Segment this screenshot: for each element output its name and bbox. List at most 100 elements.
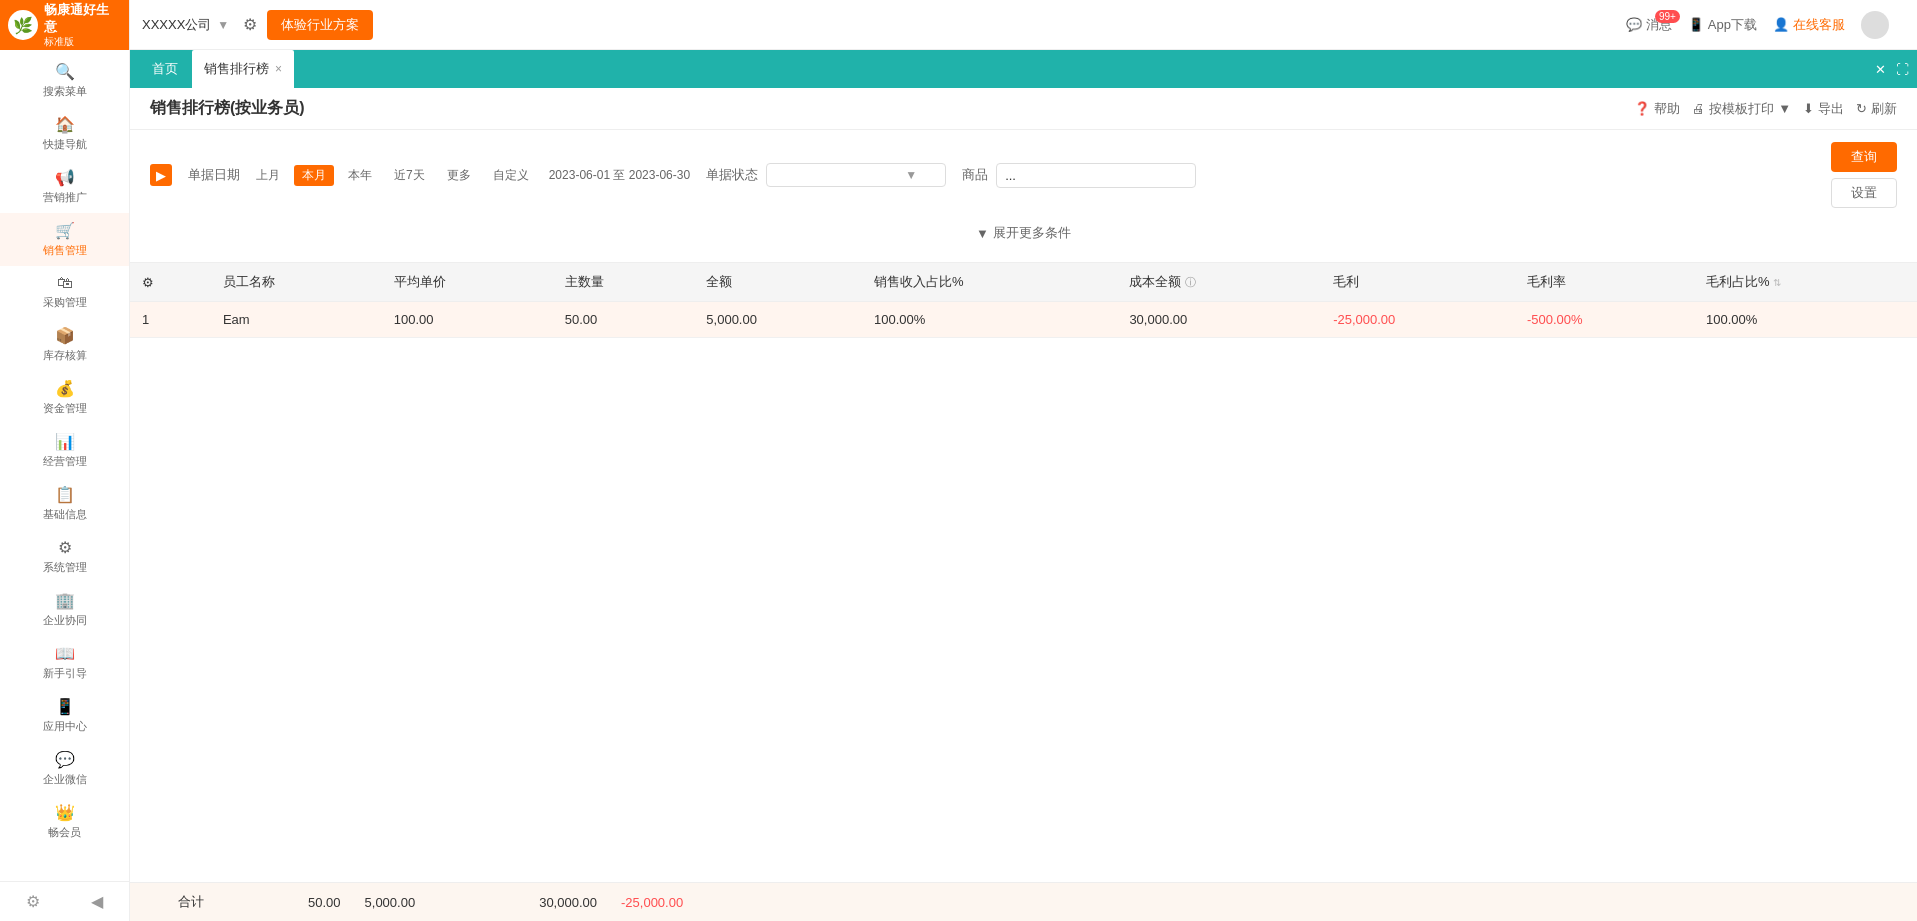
print-icon: 🖨 bbox=[1692, 101, 1705, 116]
filter-actions: 查询 设置 bbox=[1831, 142, 1897, 208]
sidebar-item-wechat[interactable]: 💬 企业微信 bbox=[0, 742, 129, 795]
col-header-gross: 毛利 bbox=[1321, 263, 1515, 302]
date-tab-近7天[interactable]: 近7天 bbox=[386, 165, 433, 186]
settings-btn[interactable]: 设置 bbox=[1831, 178, 1897, 208]
tab-close-icon[interactable]: × bbox=[275, 62, 282, 76]
finance-icon: 💰 bbox=[55, 379, 75, 398]
cell-name: Eam bbox=[211, 302, 382, 338]
message-icon: 💬 bbox=[1626, 17, 1642, 32]
sidebar-collapse-btn[interactable]: ◀ bbox=[91, 892, 103, 911]
user-avatar[interactable] bbox=[1861, 11, 1889, 39]
sidebar-item-operations[interactable]: 📊 经营管理 bbox=[0, 424, 129, 477]
query-btn[interactable]: 查询 bbox=[1831, 142, 1897, 172]
cell-cost: 30,000.00 bbox=[1117, 302, 1321, 338]
expand-more-icon: ▼ bbox=[976, 226, 989, 241]
wechat-label: 企业微信 bbox=[43, 772, 87, 787]
purchase-icon: 🛍 bbox=[57, 274, 73, 292]
sidebar-item-system[interactable]: ⚙ 系统管理 bbox=[0, 530, 129, 583]
col-header-sales_pct: 销售收入占比% bbox=[862, 263, 1117, 302]
app-label: App下载 bbox=[1708, 16, 1757, 34]
window-close-icon[interactable]: ✕ bbox=[1875, 62, 1886, 77]
company-selector[interactable]: XXXXX公司 ▼ bbox=[142, 16, 229, 34]
app-download-btn[interactable]: 📱 App下载 bbox=[1688, 16, 1757, 34]
date-tab-自定义[interactable]: 自定义 bbox=[485, 165, 537, 186]
purchase-label: 采购管理 bbox=[43, 295, 87, 310]
export-label: 导出 bbox=[1818, 100, 1844, 118]
sidebar-item-marketing[interactable]: 📢 营销推广 bbox=[0, 160, 129, 213]
sidebar-item-purchase[interactable]: 🛍 采购管理 bbox=[0, 266, 129, 318]
topbar-gear-icon[interactable]: ⚙ bbox=[243, 15, 257, 34]
goods-select[interactable]: ... bbox=[996, 163, 1196, 188]
logo-icon: 🌿 bbox=[8, 10, 38, 40]
sort-icon[interactable]: ⇅ bbox=[1773, 277, 1781, 288]
search-icon: 🔍 bbox=[55, 62, 75, 81]
sales-icon: 🛒 bbox=[55, 221, 75, 240]
basic-info-label: 基础信息 bbox=[43, 507, 87, 522]
footer-quantity: 50.00 bbox=[296, 895, 353, 910]
sidebar-item-guide[interactable]: 📖 新手引导 bbox=[0, 636, 129, 689]
table-row: 1Eam100.0050.005,000.00100.00%30,000.00-… bbox=[130, 302, 1917, 338]
table-body: 1Eam100.0050.005,000.00100.00%30,000.00-… bbox=[130, 302, 1917, 338]
sidebar-item-member[interactable]: 👑 畅会员 bbox=[0, 795, 129, 848]
sidebar-item-finance[interactable]: 💰 资金管理 bbox=[0, 371, 129, 424]
tab-home[interactable]: 首页 bbox=[138, 50, 192, 88]
status-select[interactable]: ▼ bbox=[766, 163, 946, 187]
trial-btn[interactable]: 体验行业方案 bbox=[267, 10, 373, 40]
date-tab-上月[interactable]: 上月 bbox=[248, 165, 288, 186]
message-btn[interactable]: 💬 消息 99+ bbox=[1626, 16, 1672, 34]
col-header-gross_pct: 毛利占比% ⇅ bbox=[1694, 263, 1917, 302]
logo-text: 畅康通好生意 标准版 bbox=[44, 2, 121, 49]
refresh-icon: ↻ bbox=[1856, 101, 1867, 116]
maximize-icon[interactable]: ⛶ bbox=[1896, 62, 1909, 77]
goods-select-value: ... bbox=[1005, 168, 1016, 183]
wechat-icon: 💬 bbox=[55, 750, 75, 769]
sidebar-item-app-center[interactable]: 📱 应用中心 bbox=[0, 689, 129, 742]
table-area: ⚙员工名称平均单价主数量全额销售收入占比%成本全额 ⓘ毛利毛利率毛利占比% ⇅ … bbox=[130, 263, 1917, 882]
expand-more-btn[interactable]: ▼ 展开更多条件 bbox=[976, 224, 1071, 242]
help-icon[interactable]: ⓘ bbox=[1185, 276, 1196, 288]
content-area: 销售排行榜(按业务员) ❓ 帮助 🖨 按模板打印 ▼ ⬇ 导出 ↻ 刷新 bbox=[130, 88, 1917, 921]
sidebar-item-search[interactable]: 🔍 搜索菜单 bbox=[0, 54, 129, 107]
footer-amount: 5,000.00 bbox=[353, 895, 428, 910]
refresh-label: 刷新 bbox=[1871, 100, 1897, 118]
cell-rank: 1 bbox=[130, 302, 211, 338]
date-tab-更多[interactable]: 更多 bbox=[439, 165, 479, 186]
tabbar-actions: ✕ ⛶ bbox=[1875, 62, 1909, 77]
sidebar-item-basic-info[interactable]: 📋 基础信息 bbox=[0, 477, 129, 530]
inventory-label: 库存核算 bbox=[43, 348, 87, 363]
expand-more-row: ▼ 展开更多条件 bbox=[150, 208, 1897, 250]
filter-toggle-btn[interactable]: ▶ bbox=[150, 164, 172, 186]
page-title: 销售排行榜(按业务员) bbox=[150, 98, 305, 119]
table-footer: 合计 50.00 5,000.00 30,000.00 -25,000.00 bbox=[130, 882, 1917, 921]
cell-quantity: 50.00 bbox=[553, 302, 695, 338]
sidebar: 🌿 畅康通好生意 标准版 🔍 搜索菜单 🏠 快捷导航 📢 营销推广 🛒 销售管理… bbox=[0, 0, 130, 921]
print-btn[interactable]: 🖨 按模板打印 ▼ bbox=[1692, 100, 1791, 118]
status-filter-item: 单据状态 ▼ bbox=[706, 163, 946, 187]
topbar: XXXXX公司 ▼ ⚙ 体验行业方案 💬 消息 99+ 📱 App下载 👤 在线… bbox=[130, 0, 1917, 50]
date-tab-本年[interactable]: 本年 bbox=[340, 165, 380, 186]
page-header: 销售排行榜(按业务员) ❓ 帮助 🖨 按模板打印 ▼ ⬇ 导出 ↻ 刷新 bbox=[130, 88, 1917, 130]
inventory-icon: 📦 bbox=[55, 326, 75, 345]
col-header-gross_rate: 毛利率 bbox=[1515, 263, 1694, 302]
table-header-row: ⚙员工名称平均单价主数量全额销售收入占比%成本全额 ⓘ毛利毛利率毛利占比% ⇅ bbox=[130, 263, 1917, 302]
sidebar-item-inventory[interactable]: 📦 库存核算 bbox=[0, 318, 129, 371]
sidebar-logo: 🌿 畅康通好生意 标准版 bbox=[0, 0, 129, 50]
service-label: 在线客服 bbox=[1793, 16, 1845, 34]
member-icon: 👑 bbox=[55, 803, 75, 822]
cell-avg_price: 100.00 bbox=[382, 302, 553, 338]
sidebar-item-sales[interactable]: 🛒 销售管理 bbox=[0, 213, 129, 266]
export-btn[interactable]: ⬇ 导出 bbox=[1803, 100, 1844, 118]
sidebar-item-quick-nav[interactable]: 🏠 快捷导航 bbox=[0, 107, 129, 160]
col-header-cost: 成本全额 ⓘ bbox=[1117, 263, 1321, 302]
sidebar-item-enterprise[interactable]: 🏢 企业协同 bbox=[0, 583, 129, 636]
marketing-icon: 📢 bbox=[55, 168, 75, 187]
sidebar-settings-btn[interactable]: ⚙ bbox=[26, 892, 40, 911]
online-service-btn[interactable]: 👤 在线客服 bbox=[1773, 16, 1845, 34]
status-select-arrow: ▼ bbox=[905, 168, 917, 182]
refresh-btn[interactable]: ↻ 刷新 bbox=[1856, 100, 1897, 118]
date-tab-本月[interactable]: 本月 bbox=[294, 165, 334, 186]
tab-sales-ranking[interactable]: 销售排行榜 × bbox=[192, 50, 294, 88]
help-btn[interactable]: ❓ 帮助 bbox=[1634, 100, 1680, 118]
service-icon: 👤 bbox=[1773, 17, 1789, 32]
col-header-name: 员工名称 bbox=[211, 263, 382, 302]
